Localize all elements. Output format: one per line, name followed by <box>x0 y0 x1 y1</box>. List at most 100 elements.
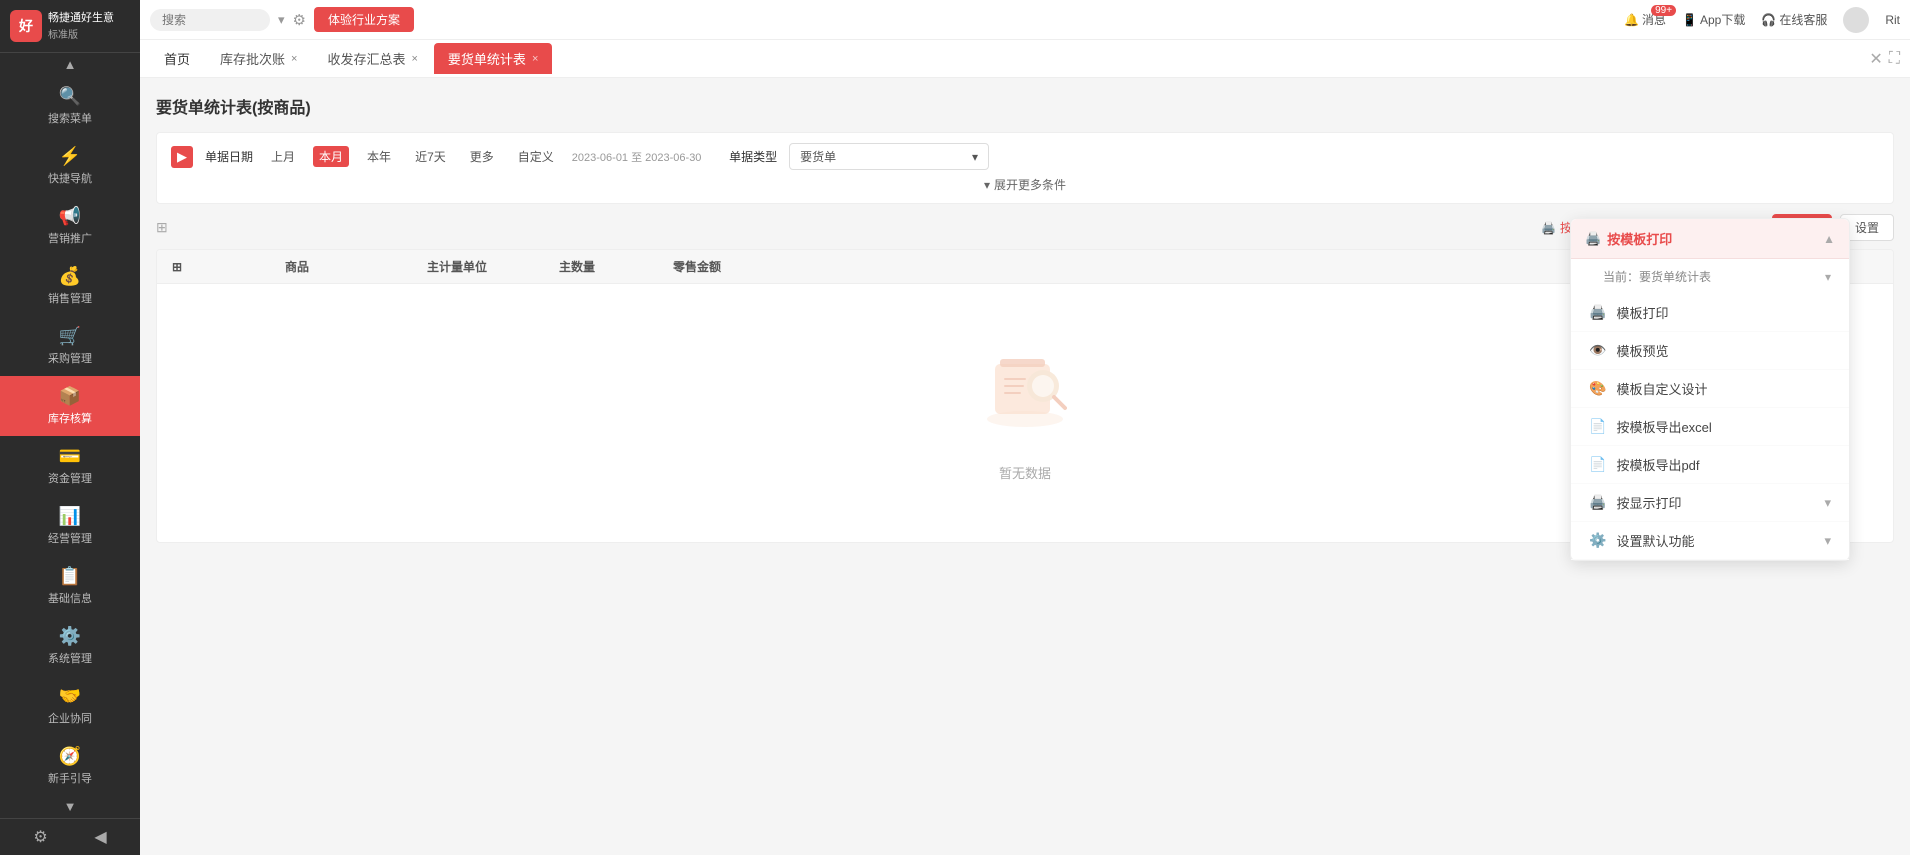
topbar: ▾ ⚙ 体验行业方案 🔔 消息 99+ 📱 App下载 🎧 在线客服 Rit <box>140 0 1910 40</box>
scroll-up[interactable]: ▲ <box>0 53 140 76</box>
template-print-label: 模板打印 <box>1616 303 1668 322</box>
sidebar-item-operations[interactable]: 📊 经营管理 <box>0 496 140 556</box>
date-custom-btn[interactable]: 自定义 <box>512 146 560 167</box>
sidebar-item-sales[interactable]: 💰 销售管理 <box>0 256 140 316</box>
marketing-icon: 📢 <box>59 206 81 227</box>
dropdown-close-btn[interactable]: ▲ <box>1823 232 1835 246</box>
inventory-icon: 📦 <box>59 386 81 407</box>
sidebar-item-basics[interactable]: 📋 基础信息 <box>0 556 140 616</box>
col-config-icon[interactable]: ⊞ <box>157 260 197 274</box>
close-order-stats-icon[interactable]: × <box>532 53 538 65</box>
sidebar-item-purchase[interactable]: 🛒 采购管理 <box>0 316 140 376</box>
dropdown-header: 🖨️ 按模板打印 ▲ <box>1571 219 1849 259</box>
app-label: App下载 <box>1700 11 1745 28</box>
guide-icon: 🧭 <box>59 746 81 767</box>
date-this-year-btn[interactable]: 本年 <box>361 146 397 167</box>
close-receivable-summary-icon[interactable]: × <box>411 53 417 65</box>
sidebar-label-search: 搜索菜单 <box>48 110 92 126</box>
sales-icon: 💰 <box>59 266 81 287</box>
date-last-month-btn[interactable]: 上月 <box>265 146 301 167</box>
template-design-label: 模板自定义设计 <box>1616 379 1707 398</box>
service-button[interactable]: 🎧 在线客服 <box>1761 11 1827 28</box>
tab-order-stats[interactable]: 要货单统计表 × <box>434 43 552 74</box>
sidebar-item-finance[interactable]: 💳 资金管理 <box>0 436 140 496</box>
current-template-item[interactable]: 当前：要货单统计表 ▾ <box>1571 259 1849 294</box>
dropdown-title-area: 🖨️ 按模板打印 <box>1585 229 1672 248</box>
display-print-label: 按显示打印 <box>1616 493 1681 512</box>
sidebar-item-coop[interactable]: 🤝 企业协同 <box>0 676 140 736</box>
sidebar: 好 畅捷通好生意 标准版 ▲ 🔍 搜索菜单 ⚡ 快捷导航 📢 营销推广 💰 销售… <box>0 0 140 855</box>
tab-home[interactable]: 首页 <box>150 43 204 74</box>
sidebar-label-system: 系统管理 <box>48 650 92 666</box>
collapse-icon[interactable]: ◀ <box>94 827 106 847</box>
close-tab-icon[interactable]: ✕ <box>1869 49 1882 69</box>
tab-inventory-batch[interactable]: 库存批次账 × <box>206 43 311 74</box>
sidebar-item-inventory[interactable]: 📦 库存核算 <box>0 376 140 436</box>
date-range-display: 2023-06-01 至 2023-06-30 <box>572 149 702 165</box>
trial-button[interactable]: 体验行业方案 <box>314 7 414 32</box>
display-print-section[interactable]: 🖨️ 按显示打印 ▾ <box>1571 484 1849 522</box>
purchase-icon: 🛒 <box>59 326 81 347</box>
maximize-icon[interactable]: ⛶ <box>1889 50 1900 68</box>
dropdown-chevron-icon[interactable]: ▾ <box>278 12 285 28</box>
date-this-month-btn[interactable]: 本月 <box>313 146 349 167</box>
sidebar-label-purchase: 采购管理 <box>48 350 92 366</box>
sidebar-label-operations: 经营管理 <box>48 530 92 546</box>
template-design-icon: 🎨 <box>1589 380 1606 397</box>
template-design-item[interactable]: 🎨 模板自定义设计 <box>1571 370 1849 408</box>
type-select[interactable]: 要货单 ▾ <box>789 143 989 170</box>
sidebar-label-marketing: 营销推广 <box>48 230 92 246</box>
scroll-down[interactable]: ▼ <box>0 795 140 818</box>
col-config-btn[interactable]: ⊞ <box>156 219 168 236</box>
filter-expand-icon[interactable]: ▶ <box>171 146 193 168</box>
tab-receivable-summary[interactable]: 收发存汇总表 × <box>313 43 431 74</box>
sidebar-bottom: ⚙ ◀ <box>0 818 140 855</box>
app-download-button[interactable]: 📱 App下载 <box>1682 11 1745 28</box>
basics-icon: 📋 <box>59 566 81 587</box>
date-more-btn[interactable]: 更多 <box>464 146 500 167</box>
coop-icon: 🤝 <box>59 686 81 707</box>
empty-illustration <box>975 344 1075 453</box>
settings-gear-icon[interactable]: ⚙ <box>293 11 306 29</box>
expand-label: 展开更多条件 <box>994 176 1066 193</box>
export-pdf-item[interactable]: 📄 按模板导出pdf <box>1571 446 1849 484</box>
default-func-icon: ⚙️ <box>1589 532 1606 549</box>
tab-receivable-summary-label: 收发存汇总表 <box>327 49 405 68</box>
page-title: 要货单统计表(按商品) <box>156 94 1894 118</box>
sidebar-item-search[interactable]: 🔍 搜索菜单 <box>0 76 140 136</box>
print-dropdown-icon: 🖨️ <box>1585 231 1601 247</box>
sidebar-label-inventory: 库存核算 <box>48 410 92 426</box>
user-avatar[interactable] <box>1843 7 1869 33</box>
message-button[interactable]: 🔔 消息 99+ <box>1624 11 1666 28</box>
sidebar-item-guide[interactable]: 🧭 新手引导 <box>0 736 140 795</box>
phone-icon: 📱 <box>1682 13 1697 27</box>
template-preview-item[interactable]: 👁️ 模板预览 <box>1571 332 1849 370</box>
search-input[interactable] <box>150 9 270 31</box>
app-name: 畅捷通好生意 <box>48 11 114 26</box>
display-print-icon: 🖨️ <box>1589 494 1606 511</box>
tab-order-stats-label: 要货单统计表 <box>448 49 526 68</box>
sidebar-nav: 🔍 搜索菜单 ⚡ 快捷导航 📢 营销推广 💰 销售管理 🛒 采购管理 📦 库存核… <box>0 76 140 795</box>
template-print-item[interactable]: 🖨️ 模板打印 <box>1571 294 1849 332</box>
print-icon: 🖨️ <box>1541 221 1556 235</box>
select-arrow-icon: ▾ <box>972 150 978 164</box>
date-filter-label: 单据日期 <box>205 148 253 165</box>
close-inventory-batch-icon[interactable]: × <box>291 53 297 65</box>
sidebar-item-system[interactable]: ⚙️ 系统管理 <box>0 616 140 676</box>
logo-area: 好 畅捷通好生意 标准版 <box>0 0 140 53</box>
sidebar-item-marketing[interactable]: 📢 营销推广 <box>0 196 140 256</box>
empty-text: 暂无数据 <box>999 463 1051 482</box>
logo-icon: 好 <box>10 10 42 42</box>
expand-more-btn[interactable]: ▾ 展开更多条件 <box>984 176 1066 193</box>
settings-icon[interactable]: ⚙ <box>33 827 47 847</box>
search-icon: 🔍 <box>59 86 81 107</box>
default-func-section[interactable]: ⚙️ 设置默认功能 ▾ <box>1571 522 1849 560</box>
template-preview-icon: 👁️ <box>1589 342 1606 359</box>
export-excel-item[interactable]: 📄 按模板导出excel <box>1571 408 1849 446</box>
sidebar-item-shortcut[interactable]: ⚡ 快捷导航 <box>0 136 140 196</box>
sidebar-label-basics: 基础信息 <box>48 590 92 606</box>
export-excel-label: 按模板导出excel <box>1616 417 1711 436</box>
date-last-7-days-btn[interactable]: 近7天 <box>409 146 452 167</box>
app-sub: 标准版 <box>48 26 114 41</box>
sidebar-label-guide: 新手引导 <box>48 770 92 786</box>
